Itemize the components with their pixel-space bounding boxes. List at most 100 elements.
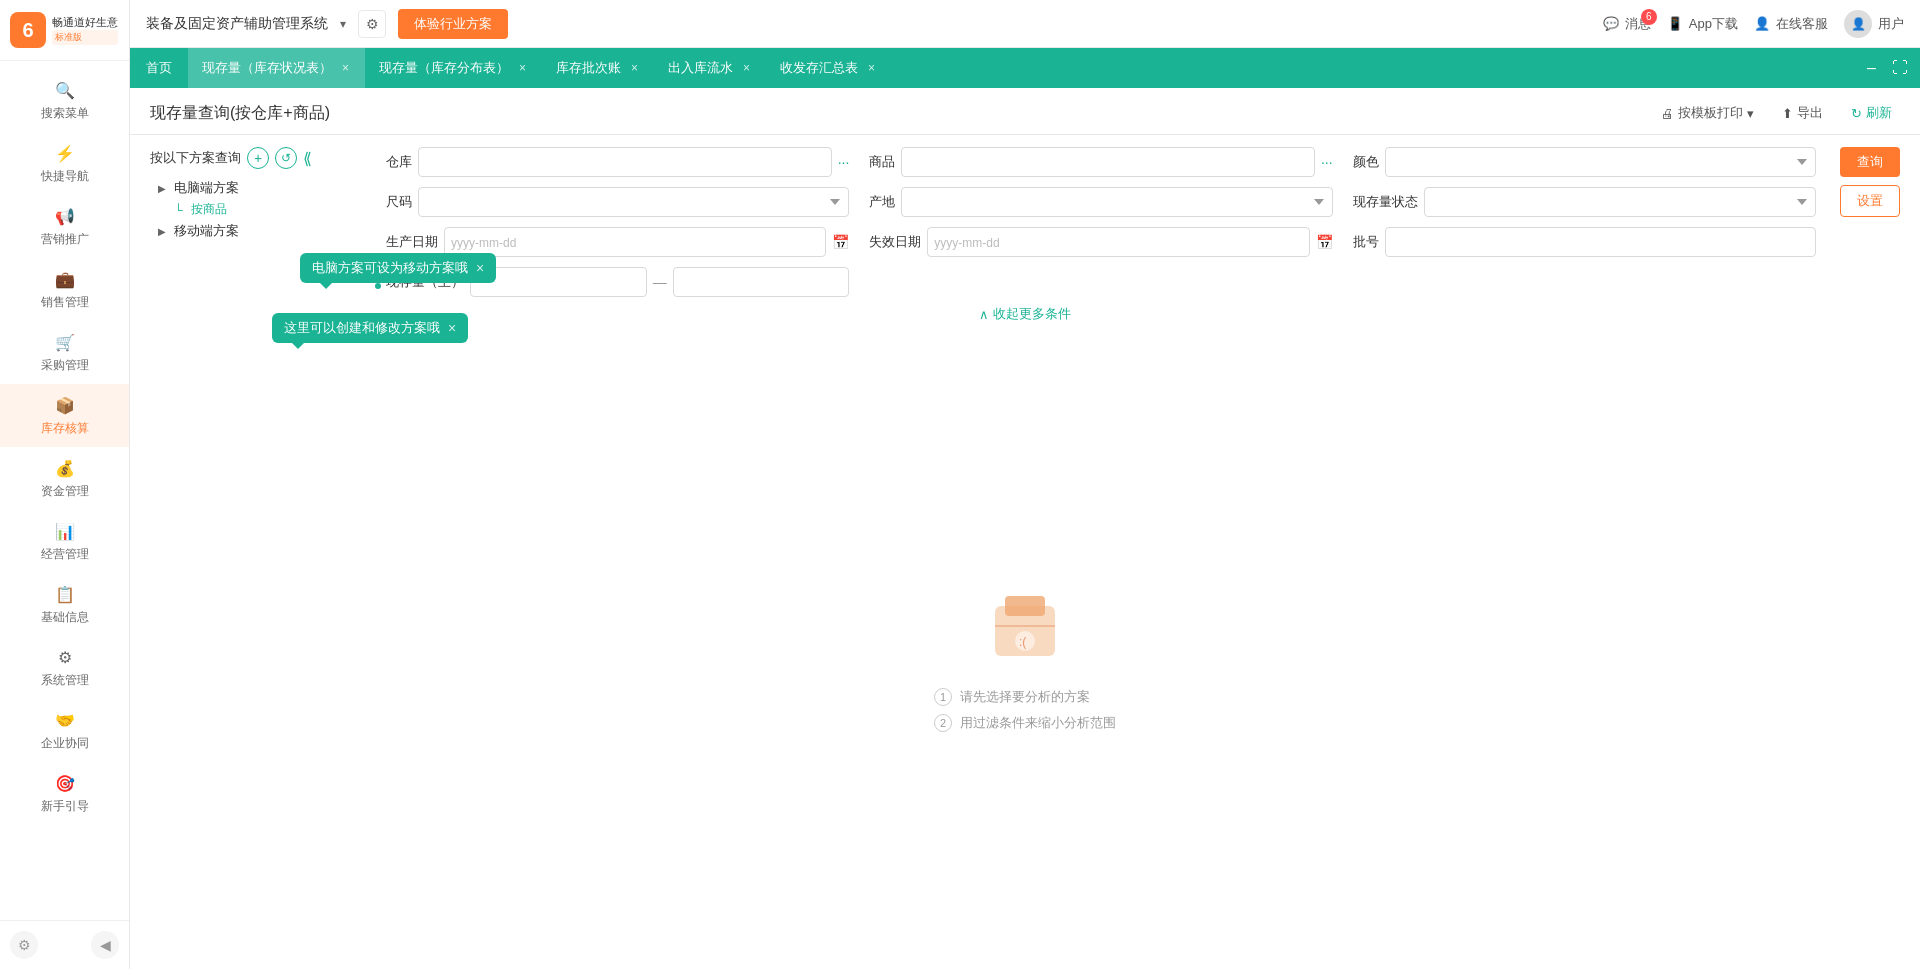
- by-goods-scheme[interactable]: └ 按商品: [174, 201, 370, 218]
- filter-label: 按以下方案查询: [150, 149, 241, 167]
- print-btn[interactable]: 🖨 按模板打印 ▾: [1653, 100, 1762, 126]
- warehouse-filter-cell: 仓库 ···: [386, 147, 849, 177]
- mobile-icon: 📱: [1667, 16, 1683, 31]
- print-icon: 🖨: [1661, 106, 1674, 121]
- sidebar-item-finance[interactable]: 💰 资金管理: [0, 447, 129, 510]
- production-date-input[interactable]: [444, 227, 826, 257]
- step1-circle: 1: [934, 688, 952, 706]
- sidebar: 6 畅通道好生意 标准版 🔍 搜索菜单 ⚡ 快捷导航 📢 营销推广 💼 销售管理…: [0, 0, 130, 969]
- warehouse-input[interactable]: [418, 147, 832, 177]
- mobile-scheme-item[interactable]: ▶ 移动端方案: [158, 222, 370, 240]
- collapse-up-icon: ∧: [979, 307, 989, 322]
- tab-bar: 首页 现存量（库存状况表） × 现存量（库存分布表） × 库存批次账 × 出入库…: [130, 48, 1920, 88]
- tab-close-flow[interactable]: ×: [741, 59, 752, 77]
- tab-inventory-status[interactable]: 现存量（库存状况表） ×: [188, 48, 365, 88]
- tab-bar-right: – ⛶: [1863, 55, 1920, 81]
- sidebar-item-enterprise[interactable]: 🤝 企业协同: [0, 699, 129, 762]
- tab-collapse-icon[interactable]: –: [1863, 55, 1880, 81]
- setup-button[interactable]: 设置: [1840, 185, 1900, 217]
- warehouse-dots[interactable]: ···: [838, 154, 850, 170]
- tab-flow[interactable]: 出入库流水 ×: [654, 48, 766, 88]
- tab-close-distribution[interactable]: ×: [517, 59, 528, 77]
- size-select[interactable]: [418, 187, 849, 217]
- online-support-action[interactable]: 👤 在线客服: [1754, 15, 1828, 33]
- production-date-calendar[interactable]: 📅: [832, 234, 849, 250]
- collapse-sidebar-btn[interactable]: ◀: [91, 931, 119, 959]
- management-icon: 📊: [54, 520, 76, 542]
- svg-text::(: :(: [1019, 635, 1026, 649]
- desktop-scheme-arrow: ▶: [158, 183, 166, 194]
- stock-status-select[interactable]: [1424, 187, 1816, 217]
- tooltip-desktop-scheme: 电脑方案可设为移动方案哦 ×: [300, 253, 496, 283]
- guide-icon: 🎯: [54, 772, 76, 794]
- user-avatar: 👤: [1844, 10, 1872, 38]
- goods-dots[interactable]: ···: [1321, 154, 1333, 170]
- goods-filter-cell: 商品 ···: [869, 147, 1332, 177]
- tooltip1-close-btn[interactable]: ×: [476, 260, 484, 276]
- tab-close-batch[interactable]: ×: [629, 59, 640, 77]
- tab-inventory-distribution[interactable]: 现存量（库存分布表） ×: [365, 48, 542, 88]
- sidebar-item-search[interactable]: 🔍 搜索菜单: [0, 69, 129, 132]
- basic-info-icon: 📋: [54, 583, 76, 605]
- mobile-scheme-arrow: ▶: [158, 226, 166, 237]
- batch-input[interactable]: [1385, 227, 1816, 257]
- sidebar-item-inventory[interactable]: 📦 库存核算: [0, 384, 129, 447]
- filter-section: 电脑方案可设为移动方案哦 × 这里可以创建和修改方案哦 × 按以下方案查询 + …: [130, 135, 1920, 339]
- stock-status-filter-cell: 现存量状态: [1353, 187, 1816, 217]
- origin-select[interactable]: [901, 187, 1332, 217]
- goods-input[interactable]: [901, 147, 1315, 177]
- expiry-date-input[interactable]: [927, 227, 1309, 257]
- header-right: 💬 6 消息 📱 App下载 👤 在线客服 👤 用户: [1603, 10, 1904, 38]
- messages-action[interactable]: 💬 6 消息: [1603, 15, 1651, 33]
- sidebar-item-marketing[interactable]: 📢 营销推广: [0, 195, 129, 258]
- sidebar-item-management[interactable]: 📊 经营管理: [0, 510, 129, 573]
- page-title: 现存量查询(按仓库+商品): [150, 103, 330, 124]
- settings-bottom-btn[interactable]: ⚙: [10, 931, 38, 959]
- top-header: 装备及固定资产辅助管理系统 ▾ ⚙ 体验行业方案 💬 6 消息 📱 App下载 …: [130, 0, 1920, 48]
- message-icon: 💬: [1603, 16, 1619, 31]
- arrow-scheme-btn[interactable]: ⟪: [303, 149, 312, 168]
- content-area: 现存量查询(按仓库+商品) 🖨 按模板打印 ▾ ⬆ 导出 ↻ 刷新: [130, 88, 1920, 969]
- finance-icon: 💰: [54, 457, 76, 479]
- svg-rect-1: [1005, 596, 1045, 616]
- system-dropdown[interactable]: ▾: [340, 17, 346, 31]
- tab-home[interactable]: 首页: [130, 48, 188, 88]
- expiry-date-calendar[interactable]: 📅: [1316, 234, 1333, 250]
- purchase-icon: 🛒: [54, 331, 76, 353]
- app-download-action[interactable]: 📱 App下载: [1667, 15, 1738, 33]
- add-scheme-btn[interactable]: +: [247, 147, 269, 169]
- range-dash: —: [653, 274, 667, 290]
- sidebar-item-basic-info[interactable]: 📋 基础信息: [0, 573, 129, 636]
- stock-main-max[interactable]: [673, 267, 850, 297]
- sidebar-item-system[interactable]: ⚙ 系统管理: [0, 636, 129, 699]
- export-icon: ⬆: [1782, 106, 1793, 121]
- settings-icon-btn[interactable]: ⚙: [358, 10, 386, 38]
- search-button[interactable]: 查询: [1840, 147, 1900, 177]
- tab-close-inventory-status[interactable]: ×: [340, 59, 351, 77]
- tab-close-summary[interactable]: ×: [866, 59, 877, 77]
- tooltip2-close-btn[interactable]: ×: [448, 320, 456, 336]
- user-action[interactable]: 👤 用户: [1844, 10, 1904, 38]
- collapse-btn[interactable]: ∧ 收起更多条件: [979, 305, 1071, 323]
- main-area: 装备及固定资产辅助管理系统 ▾ ⚙ 体验行业方案 💬 6 消息 📱 App下载 …: [130, 0, 1920, 969]
- refresh-btn[interactable]: ↻ 刷新: [1843, 100, 1900, 126]
- color-select[interactable]: [1385, 147, 1816, 177]
- quick-nav-icon: ⚡: [54, 142, 76, 164]
- edit-scheme-btn[interactable]: ↺: [275, 147, 297, 169]
- stock-main-min[interactable]: [470, 267, 647, 297]
- sidebar-item-sales[interactable]: 💼 销售管理: [0, 258, 129, 321]
- tab-summary[interactable]: 收发存汇总表 ×: [766, 48, 891, 88]
- empty-step2: 2 用过滤条件来缩小分析范围: [934, 714, 1116, 732]
- tab-fullscreen-icon[interactable]: ⛶: [1888, 55, 1912, 81]
- export-btn[interactable]: ⬆ 导出: [1774, 100, 1831, 126]
- sidebar-item-quick-nav[interactable]: ⚡ 快捷导航: [0, 132, 129, 195]
- inventory-icon: 📦: [54, 394, 76, 416]
- color-filter-cell: 颜色: [1353, 147, 1816, 177]
- support-icon: 👤: [1754, 16, 1770, 31]
- tooltip-create-scheme: 这里可以创建和修改方案哦 ×: [272, 313, 468, 343]
- industry-btn[interactable]: 体验行业方案: [398, 9, 508, 39]
- sidebar-item-guide[interactable]: 🎯 新手引导: [0, 762, 129, 825]
- tab-batch-account[interactable]: 库存批次账 ×: [542, 48, 654, 88]
- sidebar-item-purchase[interactable]: 🛒 采购管理: [0, 321, 129, 384]
- desktop-scheme-item[interactable]: ▶ 电脑端方案: [158, 179, 370, 197]
